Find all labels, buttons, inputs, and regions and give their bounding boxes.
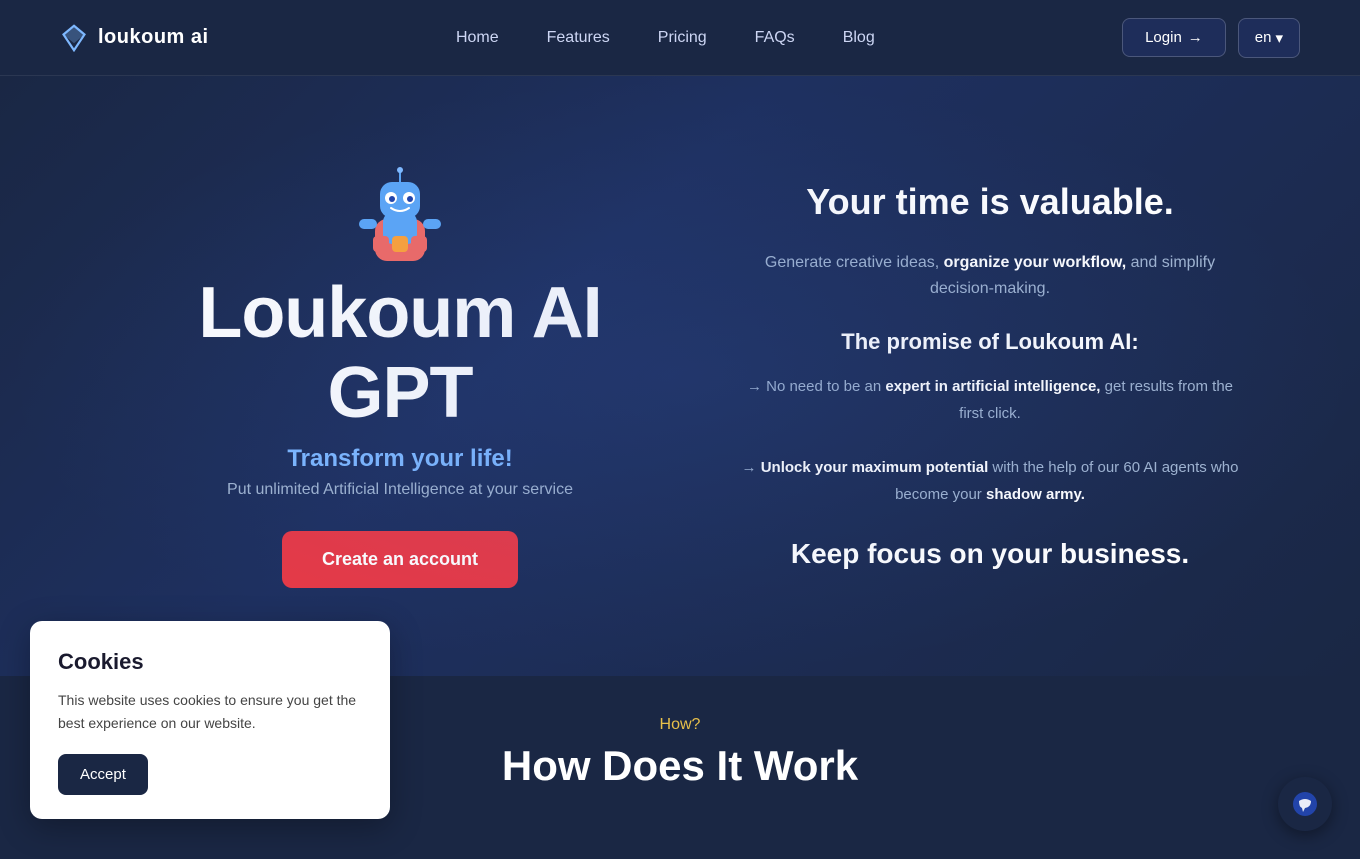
mascot-image: [345, 164, 455, 274]
hero-right: Your time is valuable. Generate creative…: [680, 179, 1240, 572]
cookie-title: Cookies: [58, 649, 362, 675]
create-account-button[interactable]: Create an account: [282, 531, 518, 588]
nav-pricing[interactable]: Pricing: [658, 29, 707, 46]
language-selector[interactable]: en ▾: [1238, 18, 1300, 58]
promise-heading: The promise of Loukoum AI:: [740, 329, 1240, 355]
hero-left: Loukoum AI GPT Transform your life! Put …: [120, 164, 680, 587]
hero-tagline: Generate creative ideas, organize your w…: [740, 250, 1240, 301]
logo-text: loukoum ai: [98, 26, 209, 49]
arrow-right-icon: →: [1188, 29, 1203, 46]
hero-subtitle: Transform your life!: [287, 445, 512, 473]
promise-list: → No need to be an expert in artificial …: [740, 373, 1240, 508]
hero-title: Loukoum AI GPT: [120, 274, 680, 432]
nav-links: Home Features Pricing FAQs Blog: [456, 29, 875, 47]
accept-cookies-button[interactable]: Accept: [58, 754, 148, 795]
nav-features[interactable]: Features: [547, 29, 610, 46]
login-button[interactable]: Login →: [1122, 18, 1226, 57]
nav-home[interactable]: Home: [456, 29, 499, 46]
logo[interactable]: loukoum ai: [60, 24, 209, 52]
chevron-down-icon: ▾: [1275, 29, 1283, 47]
promise-item-2: → Unlock your maximum potential with the…: [740, 454, 1240, 508]
mascot-svg: [345, 164, 455, 274]
hero-description: Put unlimited Artificial Intelligence at…: [227, 481, 573, 499]
chat-bubble-icon: [1291, 790, 1319, 818]
nav-right: Login → en ▾: [1122, 18, 1300, 58]
nav-blog[interactable]: Blog: [843, 29, 875, 46]
logo-icon: [60, 24, 88, 52]
cookie-text: This website uses cookies to ensure you …: [58, 689, 362, 734]
cookie-banner: Cookies This website uses cookies to ens…: [30, 621, 390, 819]
chat-bubble-button[interactable]: [1278, 777, 1332, 831]
navbar: loukoum ai Home Features Pricing FAQs Bl…: [0, 0, 1360, 76]
keep-focus-text: Keep focus on your business.: [740, 536, 1240, 572]
hero-right-title: Your time is valuable.: [740, 179, 1240, 226]
nav-faqs[interactable]: FAQs: [755, 29, 795, 46]
promise-item-1: → No need to be an expert in artificial …: [740, 373, 1240, 427]
hero-section: Loukoum AI GPT Transform your life! Put …: [0, 76, 1360, 676]
